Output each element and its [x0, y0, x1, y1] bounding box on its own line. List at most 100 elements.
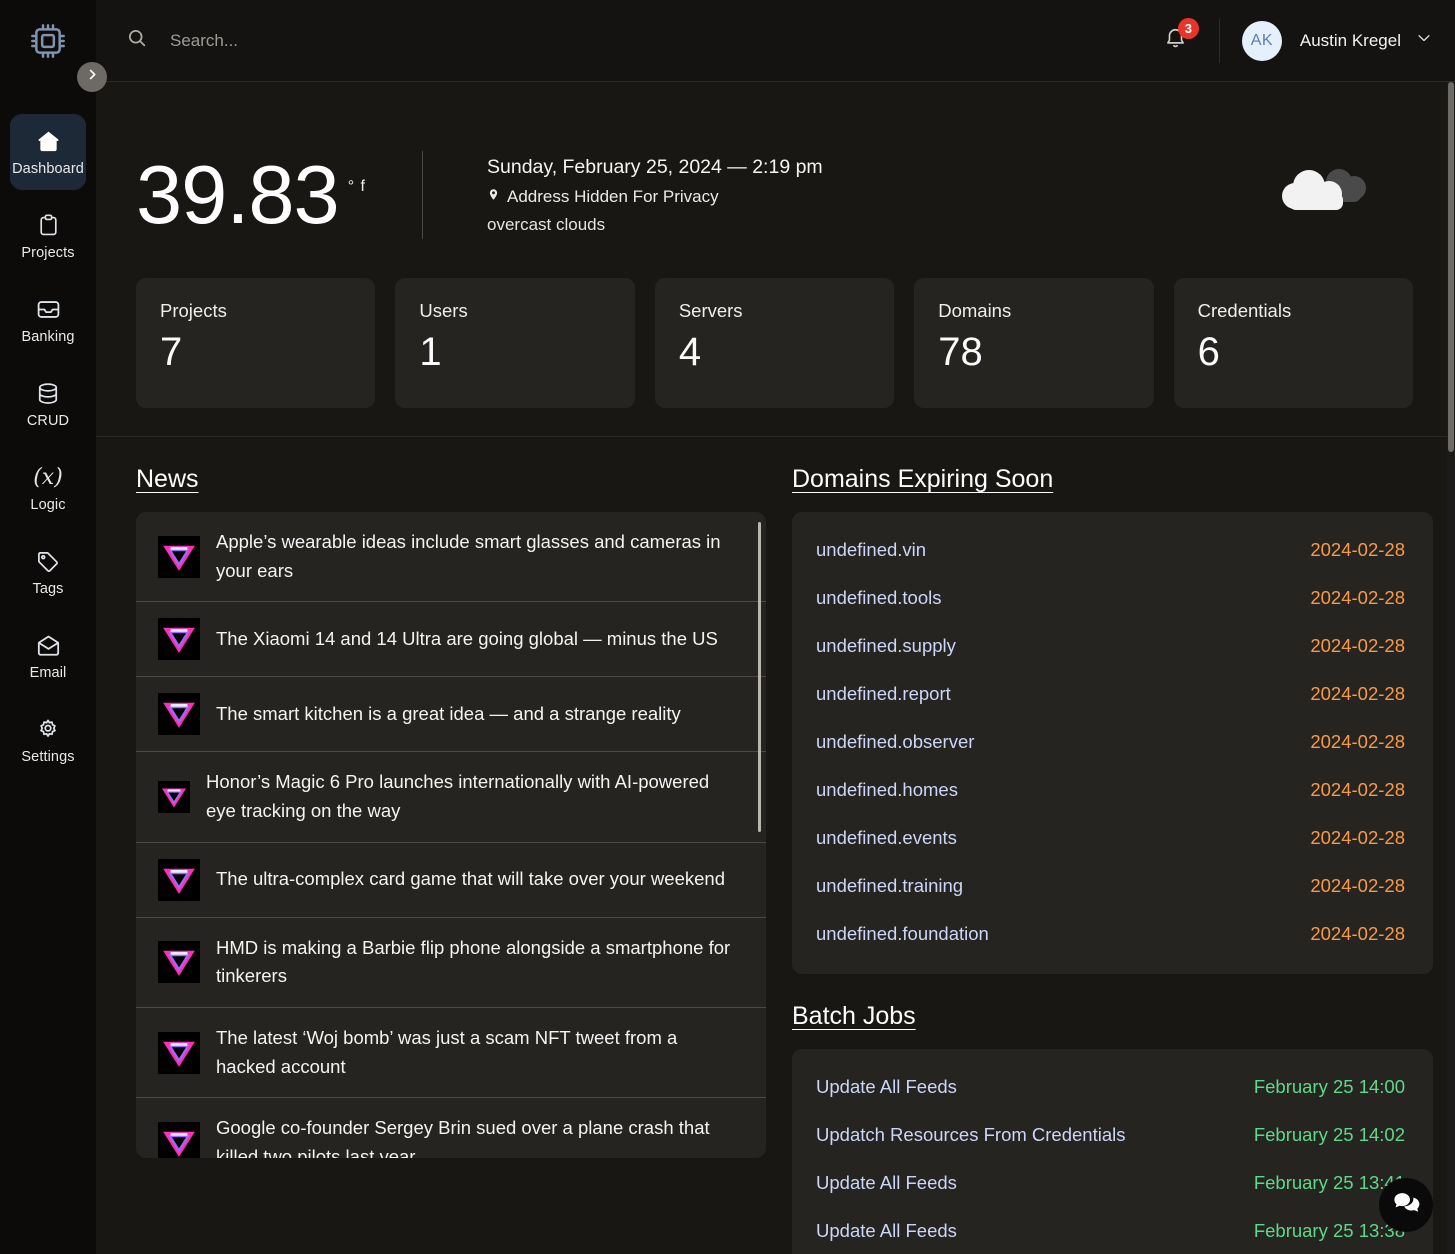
news-item[interactable]: Honor’s Magic 6 Pro launches internation… [136, 752, 766, 843]
sidebar-item-settings[interactable]: Settings [10, 702, 86, 778]
batch-job-row-date: February 25 13:38 [1253, 1220, 1405, 1241]
avatar[interactable]: AK [1241, 20, 1282, 61]
stat-card-credentials[interactable]: Credentials 6 [1173, 278, 1414, 408]
notifications-button[interactable]: 3 [1155, 17, 1199, 62]
the-verge-logo-icon [158, 1122, 200, 1158]
stat-card-projects[interactable]: Projects 7 [136, 278, 376, 408]
batch-job-row-name: Updatch Resources From Credentials [816, 1124, 1126, 1145]
domain-row[interactable]: undefined.events 2024-02-28 [814, 814, 1407, 862]
domain-row-date: 2024-02-28 [1310, 731, 1405, 752]
batch-job-row-date: February 25 14:00 [1253, 1076, 1405, 1097]
weather-location-text: Address Hidden For Privacy [507, 186, 719, 206]
sidebar-expand-toggle[interactable] [77, 62, 107, 92]
sidebar-item-banking[interactable]: Banking [10, 282, 86, 358]
map-pin-icon [487, 186, 500, 208]
sidebar-item-logic[interactable]: (x) Logic [10, 450, 86, 526]
the-verge-logo-icon [158, 535, 200, 578]
news-item-title: The latest ‘Woj bomb’ was just a scam NF… [216, 1027, 678, 1077]
batch-job-row[interactable]: Update All Feeds February 25 14:00 [814, 1063, 1407, 1111]
cpu-chip-icon [28, 21, 68, 61]
news-item[interactable]: Apple’s wearable ideas include smart gla… [136, 512, 766, 603]
user-menu-button[interactable] [1415, 29, 1433, 52]
domain-row-date: 2024-02-28 [1310, 827, 1405, 848]
batch-job-row[interactable]: Update All Feeds February 25 13:38 [814, 1207, 1407, 1254]
stat-card-domains[interactable]: Domains 78 [914, 278, 1154, 408]
the-verge-logo-icon [158, 1031, 200, 1074]
domain-row[interactable]: undefined.foundation 2024-02-28 [814, 910, 1407, 958]
news-item[interactable]: HMD is making a Barbie flip phone alongs… [136, 918, 766, 1009]
batch-job-row[interactable]: Update All Feeds February 25 13:41 [814, 1159, 1407, 1207]
function-x-icon: (x) [33, 464, 63, 490]
news-item[interactable]: The Xiaomi 14 and 14 Ultra are going glo… [136, 602, 766, 678]
stat-label: Projects [160, 300, 227, 321]
chevron-right-icon [86, 68, 99, 86]
domain-row-name: undefined.vin [816, 539, 927, 560]
weather-divider [422, 151, 423, 239]
domain-row-date: 2024-02-28 [1310, 779, 1405, 800]
domain-row-name: undefined.events [816, 827, 957, 848]
batch-job-row-name: Update All Feeds [816, 1220, 957, 1241]
news-section-title: News [136, 465, 199, 493]
domain-row[interactable]: undefined.tools 2024-02-28 [814, 574, 1407, 622]
news-scrollbar[interactable] [758, 522, 761, 832]
news-item[interactable]: Google co-founder Sergey Brin sued over … [136, 1098, 766, 1158]
overcast-clouds-icon [1269, 158, 1377, 233]
search-input[interactable]: Search... [126, 27, 1155, 54]
news-item[interactable]: The latest ‘Woj bomb’ was just a scam NF… [136, 1008, 766, 1099]
sidebar: Dashboard Projects Banking CRUD (x) Logi… [0, 0, 96, 1254]
domain-row-name: undefined.observer [816, 731, 975, 752]
domain-row-date: 2024-02-28 [1310, 635, 1405, 656]
sidebar-item-crud[interactable]: CRUD [10, 366, 86, 442]
news-item[interactable]: The ultra-complex card game that will ta… [136, 843, 766, 918]
news-item-title: The Xiaomi 14 and 14 Ultra are going glo… [216, 628, 718, 649]
domain-row-name: undefined.supply [816, 635, 956, 656]
chat-widget-button[interactable] [1379, 1178, 1433, 1232]
domain-row-date: 2024-02-28 [1310, 875, 1405, 896]
sidebar-item-label: Tags [32, 580, 64, 597]
domain-row[interactable]: undefined.supply 2024-02-28 [814, 622, 1407, 670]
envelope-open-icon [35, 632, 62, 660]
batch-job-row[interactable]: Updatch Resources From Credentials Februa… [814, 1111, 1407, 1159]
stat-value: 7 [160, 330, 183, 374]
chevron-down-icon [1415, 29, 1433, 52]
chat-bubbles-icon [1391, 1188, 1421, 1223]
the-verge-logo-icon [158, 781, 190, 814]
clipboard-icon [36, 212, 61, 240]
sidebar-item-projects[interactable]: Projects [10, 198, 86, 274]
batch-jobs-list: Update All Feeds February 25 14:00 Updatch… [814, 1063, 1407, 1254]
avatar-initials: AK [1250, 31, 1274, 49]
dashboard-content: News Apple’s wearable ideas include smar… [96, 437, 1455, 1254]
stat-value: 1 [419, 330, 442, 374]
sidebar-item-tags[interactable]: Tags [10, 534, 86, 610]
weather-description: overcast clouds [487, 214, 606, 234]
sidebar-item-label: Banking [21, 328, 75, 345]
news-column: News Apple’s wearable ideas include smar… [136, 437, 766, 1254]
notification-count-badge: 3 [1177, 17, 1199, 39]
news-list: Apple’s wearable ideas include smart gla… [136, 512, 766, 1158]
domains-section-title: Domains Expiring Soon [792, 465, 1054, 493]
domain-row[interactable]: undefined.report 2024-02-28 [814, 670, 1407, 718]
app-root: Dashboard Projects Banking CRUD (x) Logi… [0, 0, 1455, 1254]
topbar: Search... 3 AK Austin Kregel [96, 0, 1455, 82]
domain-row-date: 2024-02-28 [1310, 683, 1405, 704]
domain-row[interactable]: undefined.observer 2024-02-28 [814, 718, 1407, 766]
domain-row[interactable]: undefined.homes 2024-02-28 [814, 766, 1407, 814]
sidebar-item-label: CRUD [26, 412, 70, 429]
domain-row[interactable]: undefined.training 2024-02-28 [814, 862, 1407, 910]
sidebar-item-dashboard[interactable]: Dashboard [10, 114, 86, 190]
sidebar-item-email[interactable]: Email [10, 618, 86, 694]
stat-card-users[interactable]: Users 1 [395, 278, 635, 408]
domains-panel: undefined.vin 2024-02-28 undefined.tools 20… [792, 512, 1433, 974]
the-verge-logo-icon [158, 693, 200, 736]
stat-card-servers[interactable]: Servers 4 [654, 278, 895, 408]
news-item[interactable]: The smart kitchen is a great idea — and … [136, 677, 766, 753]
sidebar-item-label: Projects [21, 244, 75, 261]
search-placeholder: Search... [170, 30, 239, 50]
page-scrollbar[interactable] [1447, 82, 1455, 1254]
news-item-title: Honor’s Magic 6 Pro launches internation… [206, 771, 710, 822]
domain-row-date: 2024-02-28 [1310, 587, 1405, 608]
stat-label: Domains [938, 300, 1012, 321]
weather-widget: 39.83 ° f Sunday, February 25, 2024 — 2:… [96, 82, 1455, 272]
news-item-title: The ultra-complex card game that will ta… [216, 868, 725, 890]
domain-row[interactable]: undefined.vin 2024-02-28 [814, 526, 1407, 574]
